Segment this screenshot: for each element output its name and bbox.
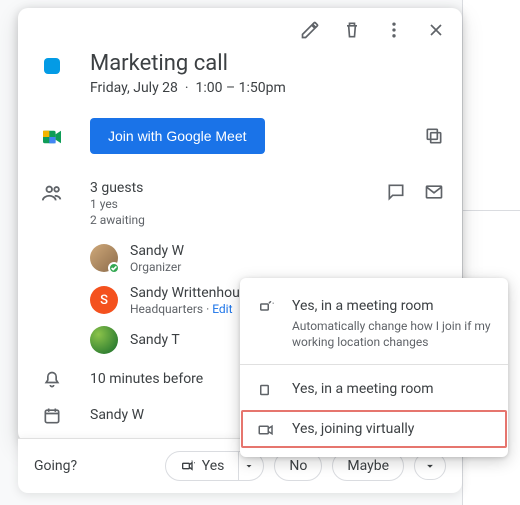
accepted-badge-icon — [108, 262, 120, 274]
video-icon — [256, 419, 276, 439]
attendee-name: Sandy W — [130, 242, 184, 260]
attendee-role: Organizer — [130, 260, 184, 274]
attendee-name: Sandy Writtenhouse — [130, 284, 254, 302]
join-meet-button[interactable]: Join with Google Meet — [90, 118, 265, 154]
calendar-icon — [42, 406, 62, 426]
copy-link-icon[interactable] — [422, 124, 446, 148]
rsvp-prompt: Going? — [34, 458, 77, 474]
attendee-row[interactable]: Sandy W Organizer — [90, 242, 462, 274]
google-meet-icon — [41, 128, 63, 146]
guests-icon — [41, 182, 63, 204]
avatar: S — [90, 286, 118, 314]
guest-count: 3 guests — [90, 180, 368, 196]
creator-name: Sandy W — [90, 407, 144, 423]
edit-location-link[interactable]: Edit — [212, 302, 232, 316]
rsvp-yes-button[interactable]: Yes — [165, 451, 240, 481]
chat-guests-icon[interactable] — [384, 180, 408, 204]
divider — [240, 364, 508, 365]
notification-icon — [42, 370, 62, 390]
more-options-icon[interactable] — [382, 18, 406, 42]
popup-option-virtually[interactable]: Yes, joining virtually — [240, 409, 508, 449]
meeting-room-auto-icon — [256, 296, 276, 316]
avatar — [90, 244, 118, 272]
meeting-room-icon — [256, 379, 276, 399]
event-datetime: Friday, July 28 · 1:00 – 1:50pm — [90, 80, 286, 96]
popup-option-meeting-room-auto[interactable]: Yes, in a meeting room Automatically cha… — [240, 286, 508, 360]
event-color-swatch — [44, 58, 60, 74]
guest-yes-count: 1 yes — [90, 196, 368, 212]
reminder-text: 10 minutes before — [90, 371, 203, 387]
rsvp-join-mode-popup: Yes, in a meeting room Automatically cha… — [240, 278, 508, 457]
avatar — [90, 326, 118, 354]
event-title: Marketing call — [90, 50, 286, 78]
edit-icon[interactable] — [298, 18, 322, 42]
guest-awaiting-count: 2 awaiting — [90, 212, 368, 228]
attendee-name: Sandy T — [130, 331, 180, 349]
attendee-location: Headquarters · Edit — [130, 302, 254, 316]
card-toolbar — [18, 8, 462, 46]
popup-option-meeting-room[interactable]: Yes, in a meeting room — [240, 369, 508, 409]
delete-icon[interactable] — [340, 18, 364, 42]
close-icon[interactable] — [424, 18, 448, 42]
email-guests-icon[interactable] — [422, 180, 446, 204]
